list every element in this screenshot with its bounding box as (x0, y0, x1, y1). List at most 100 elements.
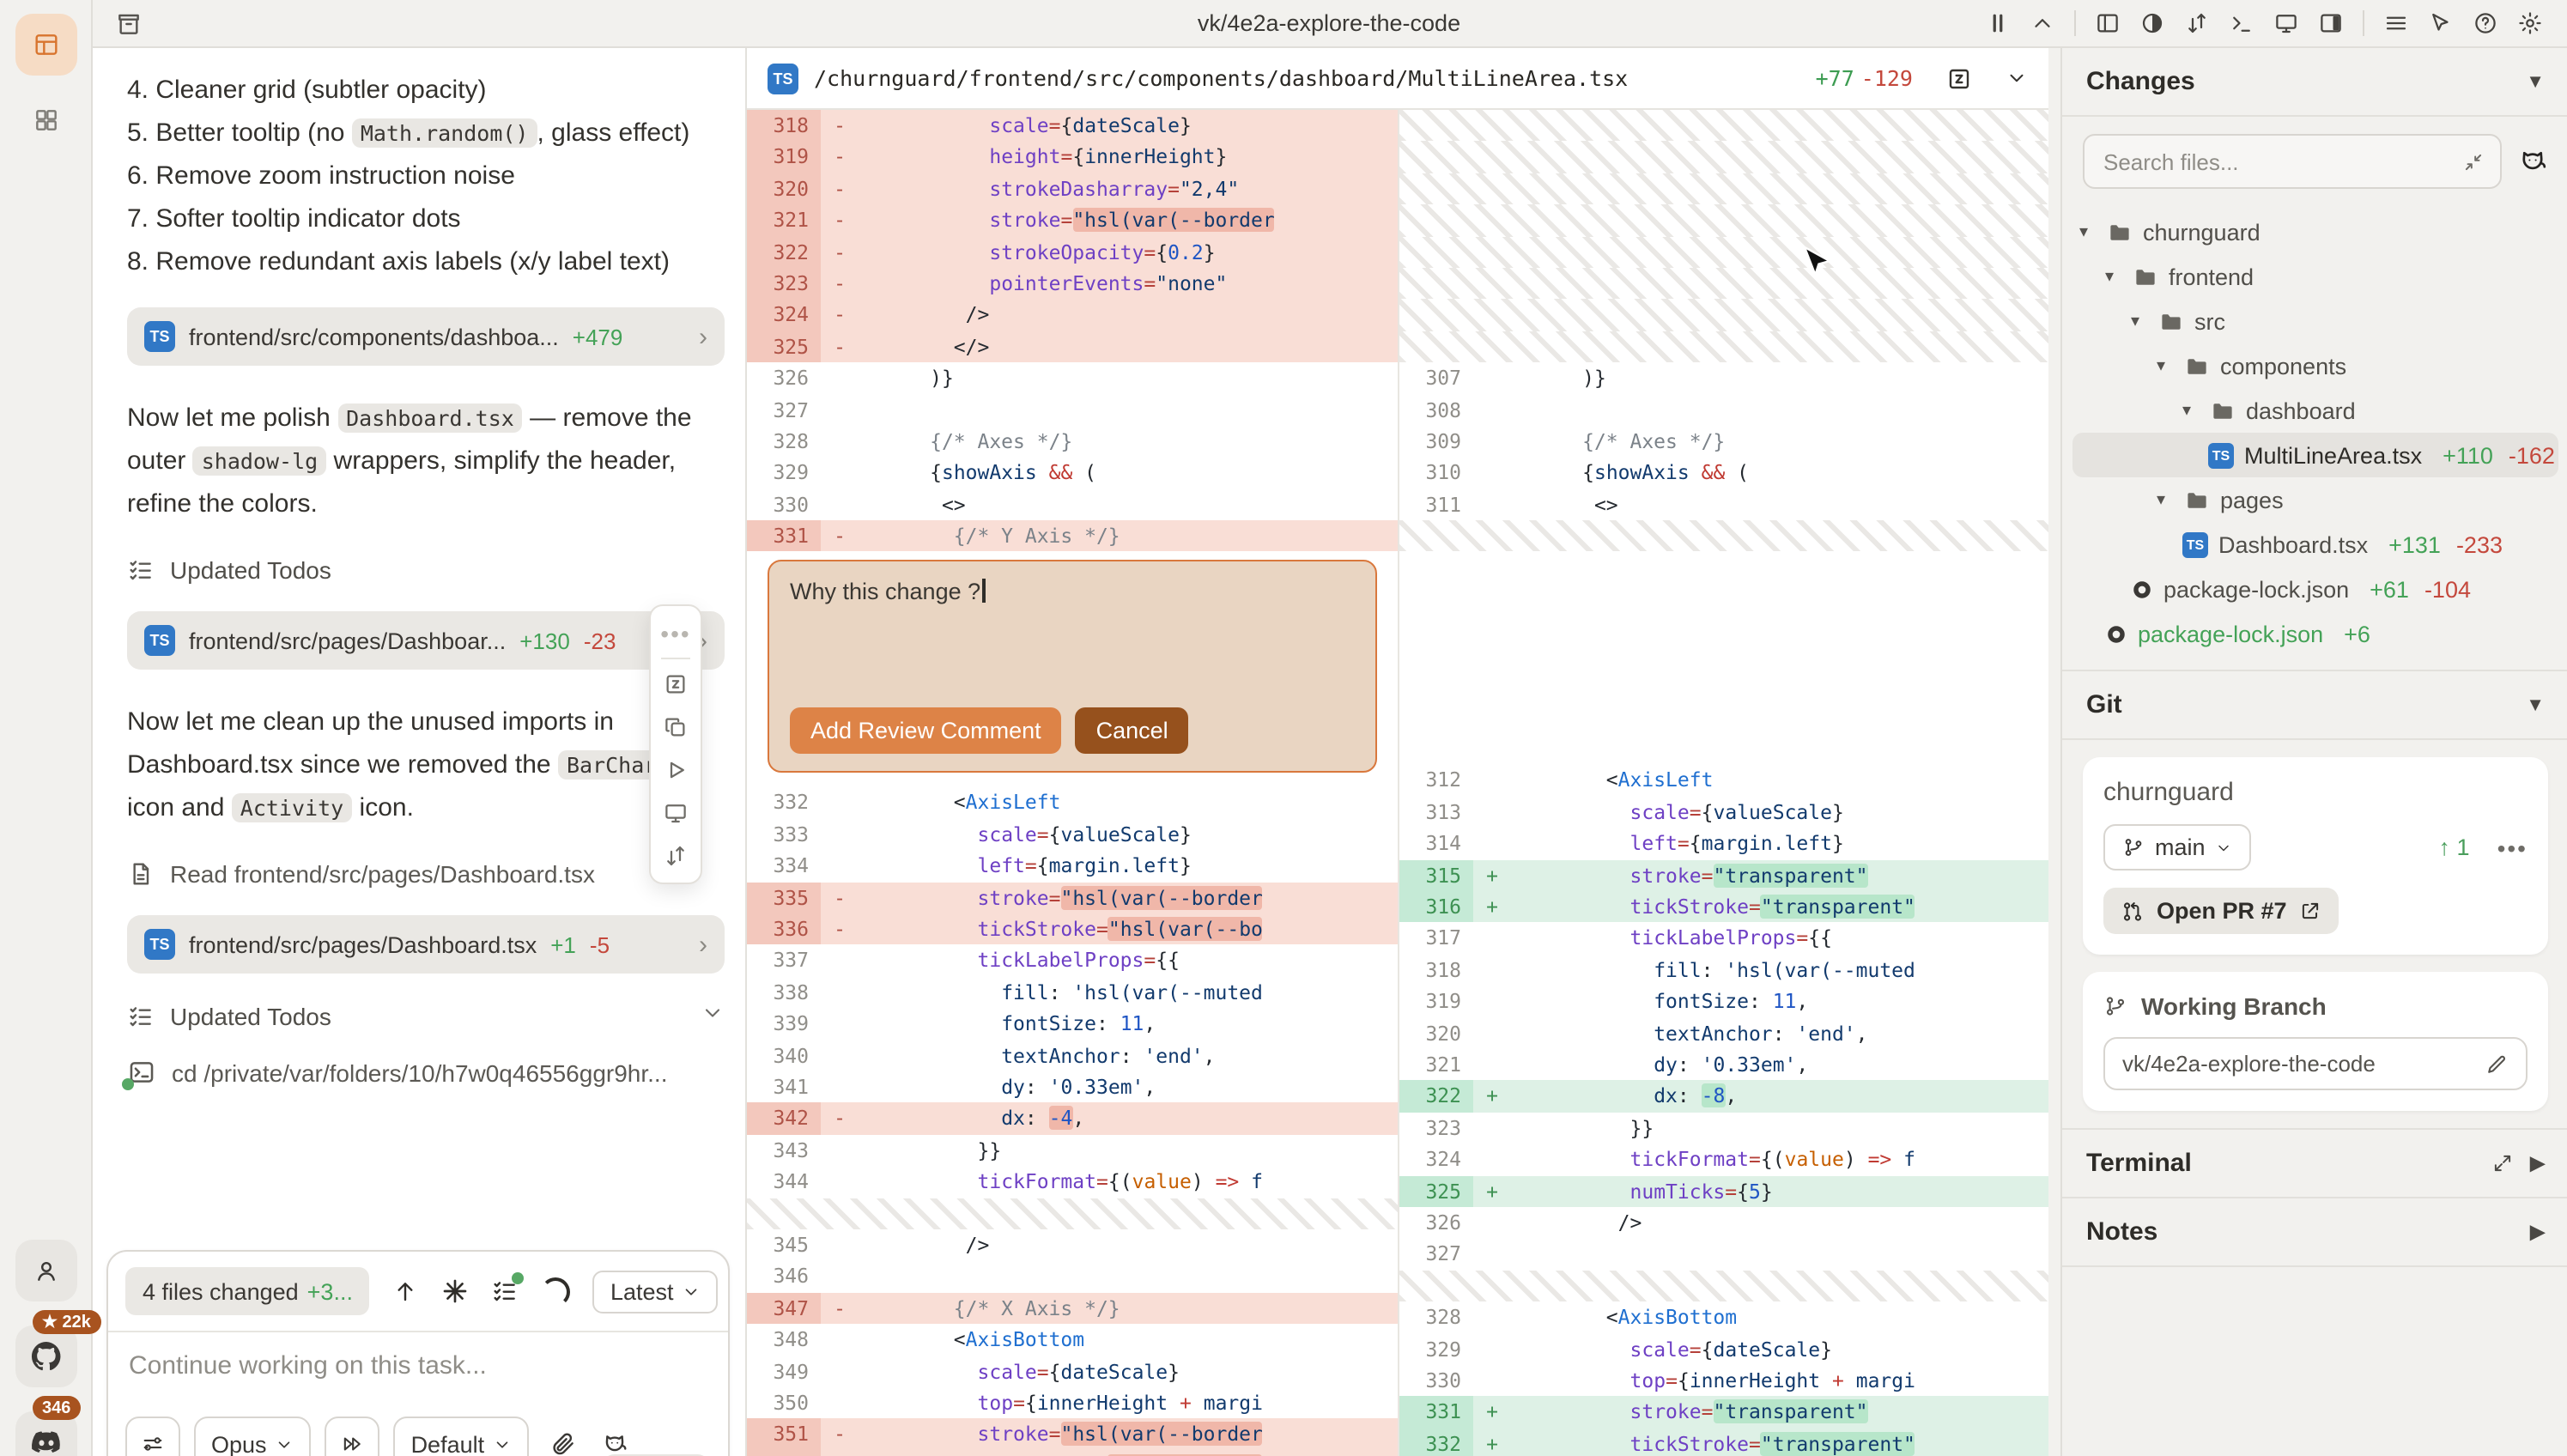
retry-from-here-button[interactable] (651, 663, 701, 706)
fast-forward-button[interactable] (325, 1417, 380, 1456)
terminal-button[interactable] (2229, 10, 2254, 36)
diff-line[interactable]: 328 <AxisBottom (1399, 1301, 2048, 1333)
open-in-editor-button[interactable] (651, 792, 701, 834)
cat-button[interactable] (601, 1430, 628, 1456)
git-section-header[interactable]: Git ▼ (2062, 670, 2567, 740)
terminal-command-row[interactable]: cd /private/var/folders/10/h7w0q46556ggr… (127, 1058, 725, 1087)
chevron-down-icon[interactable] (701, 1001, 725, 1030)
diff-line[interactable]: 331+ stroke="transparent" (1399, 1397, 2048, 1429)
diff-line[interactable]: 312 <AxisLeft (1399, 765, 2048, 797)
diff-line[interactable]: 309 {/* Axes */} (1399, 426, 2048, 458)
diff-line[interactable]: 313 scale={valueScale} (1399, 797, 2048, 828)
diff-line[interactable]: 342- dx: -4, (747, 1103, 1398, 1135)
diff-line[interactable]: 336- tickStroke="hsl(var(--bo (747, 913, 1398, 945)
tree-folder-churnguard[interactable]: ▾churnguard (2072, 209, 2558, 254)
diff-line[interactable]: 344 tickFormat={(value) => f (747, 1166, 1398, 1198)
review-comment-box[interactable]: Why this change ? Add Review Comment Cance… (768, 561, 1377, 774)
workspace-layout-button[interactable] (15, 14, 76, 76)
todos-button[interactable] (492, 1277, 519, 1305)
compare-changes-button[interactable] (651, 834, 701, 877)
collapse-tree-icon[interactable] (2462, 150, 2485, 173)
diff-line[interactable]: 322- strokeOpacity={0.2} (747, 236, 1398, 268)
tree-folder-frontend[interactable]: ▾frontend (2072, 254, 2558, 299)
diff-line[interactable]: 330 <> (747, 488, 1398, 520)
archive-box-icon[interactable] (115, 9, 143, 37)
diff-line[interactable]: 329 {showAxis && ( (747, 458, 1398, 489)
working-branch-field[interactable]: vk/4e2a-explore-the-code (2103, 1037, 2528, 1090)
tree-file-MultiLineArea.tsx[interactable]: TSMultiLineArea.tsx+110-162 (2072, 433, 2558, 477)
diff-line[interactable]: 333 scale={valueScale} (747, 819, 1398, 851)
diff-line[interactable]: 337 tickLabelProps={{ (747, 945, 1398, 977)
diff-line[interactable]: 350 top={innerHeight + margi (747, 1387, 1398, 1419)
latest-dropdown[interactable]: Latest (593, 1270, 719, 1313)
cancel-button[interactable]: Cancel (1076, 708, 1189, 755)
diff-line[interactable]: 332+ tickStroke="transparent" (1399, 1428, 2048, 1456)
tree-folder-src[interactable]: ▾src (2072, 299, 2558, 343)
spark-icon[interactable] (442, 1277, 470, 1305)
panel-right-button[interactable] (2318, 10, 2344, 36)
menu-button[interactable] (2383, 10, 2409, 36)
diff-line[interactable]: 321 dy: '0.33em', (1399, 1049, 2048, 1081)
diff-line[interactable]: 340 textAnchor: 'end', (747, 1040, 1398, 1071)
diff-line[interactable]: 328 {/* Axes */} (747, 426, 1398, 458)
diff-line[interactable]: 331- {/* Y Axis */} (747, 520, 1398, 552)
chat-scroll-area[interactable]: 4. Cleaner grid (subtler opacity)5. Bett… (93, 48, 745, 1087)
message-input[interactable]: Continue working on this task... (108, 1332, 728, 1399)
compare-button[interactable] (2184, 10, 2210, 36)
diff-line[interactable]: 341 dy: '0.33em', (747, 1071, 1398, 1103)
diff-line[interactable]: 314 left={margin.left} (1399, 828, 2048, 860)
file-diff-chip[interactable]: TSfrontend/src/pages/Dashboar...+130-23› (127, 611, 725, 670)
tree-folder-dashboard[interactable]: ▾dashboard (2072, 388, 2558, 433)
read-file-row[interactable]: Read frontend/src/pages/Dashboard.tsx (127, 860, 725, 888)
diff-line[interactable]: 320 textAnchor: 'end', (1399, 1017, 2048, 1049)
grid-view-button[interactable] (15, 89, 76, 151)
diff-line[interactable]: 319 fontSize: 11, (1399, 986, 2048, 1017)
diff-line[interactable]: 352- tickStroke="hsl(var(--bo (747, 1450, 1398, 1456)
files-changed-chip[interactable]: 4 files changed+3... (125, 1267, 370, 1315)
tree-folder-pages[interactable]: ▾pages (2072, 477, 2558, 522)
github-button[interactable]: ★ 22k (15, 1326, 76, 1387)
diff-line[interactable]: 318 fill: 'hsl(var(--muted (1399, 955, 2048, 986)
share-button[interactable] (2428, 10, 2454, 36)
diff-line[interactable]: 319- height={innerHeight} (747, 142, 1398, 173)
chevup-button[interactable] (2030, 10, 2055, 36)
diff-line[interactable]: 345 /> (747, 1229, 1398, 1261)
diff-line[interactable]: 326 )} (747, 362, 1398, 394)
more-options-button[interactable]: ••• (651, 611, 701, 654)
review-comment-input[interactable]: Why this change ? (790, 579, 1355, 605)
diff-line[interactable]: 322+ dx: -8, (1399, 1081, 2048, 1113)
diff-line[interactable]: 349 scale={dateScale} (747, 1356, 1398, 1387)
file-diff-chip[interactable]: TSfrontend/src/components/dashboa...+479… (127, 307, 725, 366)
diff-line[interactable]: 311 <> (1399, 488, 2048, 520)
tree-folder-components[interactable]: ▾components (2072, 343, 2558, 388)
diff-line[interactable]: 346 (747, 1261, 1398, 1293)
record-button[interactable] (2139, 10, 2165, 36)
branch-dropdown[interactable]: main (2103, 824, 2252, 871)
diff-line[interactable]: 329 scale={dateScale} (1399, 1333, 2048, 1365)
diff-line[interactable]: 316+ tickStroke="transparent" (1399, 891, 2048, 923)
diff-line[interactable]: 335- stroke="hsl(var(--border (747, 882, 1398, 913)
tree-file-package-lock.json[interactable]: package-lock.json+6 (2072, 611, 2558, 656)
diff-line[interactable]: 318- scale={dateScale} (747, 110, 1398, 142)
discord-button[interactable]: 346 (15, 1411, 76, 1456)
model-settings-button[interactable] (125, 1417, 180, 1456)
diff-line[interactable]: 308 (1399, 394, 2048, 426)
add-review-comment-button[interactable]: Add Review Comment (790, 708, 1062, 755)
file-diff-chip[interactable]: TSfrontend/src/pages/Dashboard.tsx+1-5› (127, 915, 725, 974)
monitor-button[interactable] (2273, 10, 2299, 36)
terminal-section-header[interactable]: Terminal ▶ (2062, 1128, 2567, 1198)
collapse-diff-button[interactable] (2006, 67, 2028, 89)
diff-line[interactable]: 323 }} (1399, 1113, 2048, 1144)
diff-line[interactable]: 325+ numTicks={5} (1399, 1175, 2048, 1207)
file-search[interactable] (2083, 134, 2502, 189)
attach-button[interactable] (549, 1430, 577, 1456)
copy-message-button[interactable] (651, 706, 701, 749)
open-pr-button[interactable]: Open PR #7 (2103, 888, 2339, 934)
diff-line[interactable]: 330 top={innerHeight + margi (1399, 1365, 2048, 1397)
notes-section-header[interactable]: Notes ▶ (2062, 1198, 2567, 1267)
diff-line[interactable]: 348 <AxisBottom (747, 1324, 1398, 1356)
mode-dropdown[interactable]: Default (394, 1417, 530, 1456)
model-dropdown[interactable]: Opus (194, 1417, 312, 1456)
panel-left-button[interactable] (2095, 10, 2121, 36)
diff-line[interactable]: 315+ stroke="transparent" (1399, 859, 2048, 891)
